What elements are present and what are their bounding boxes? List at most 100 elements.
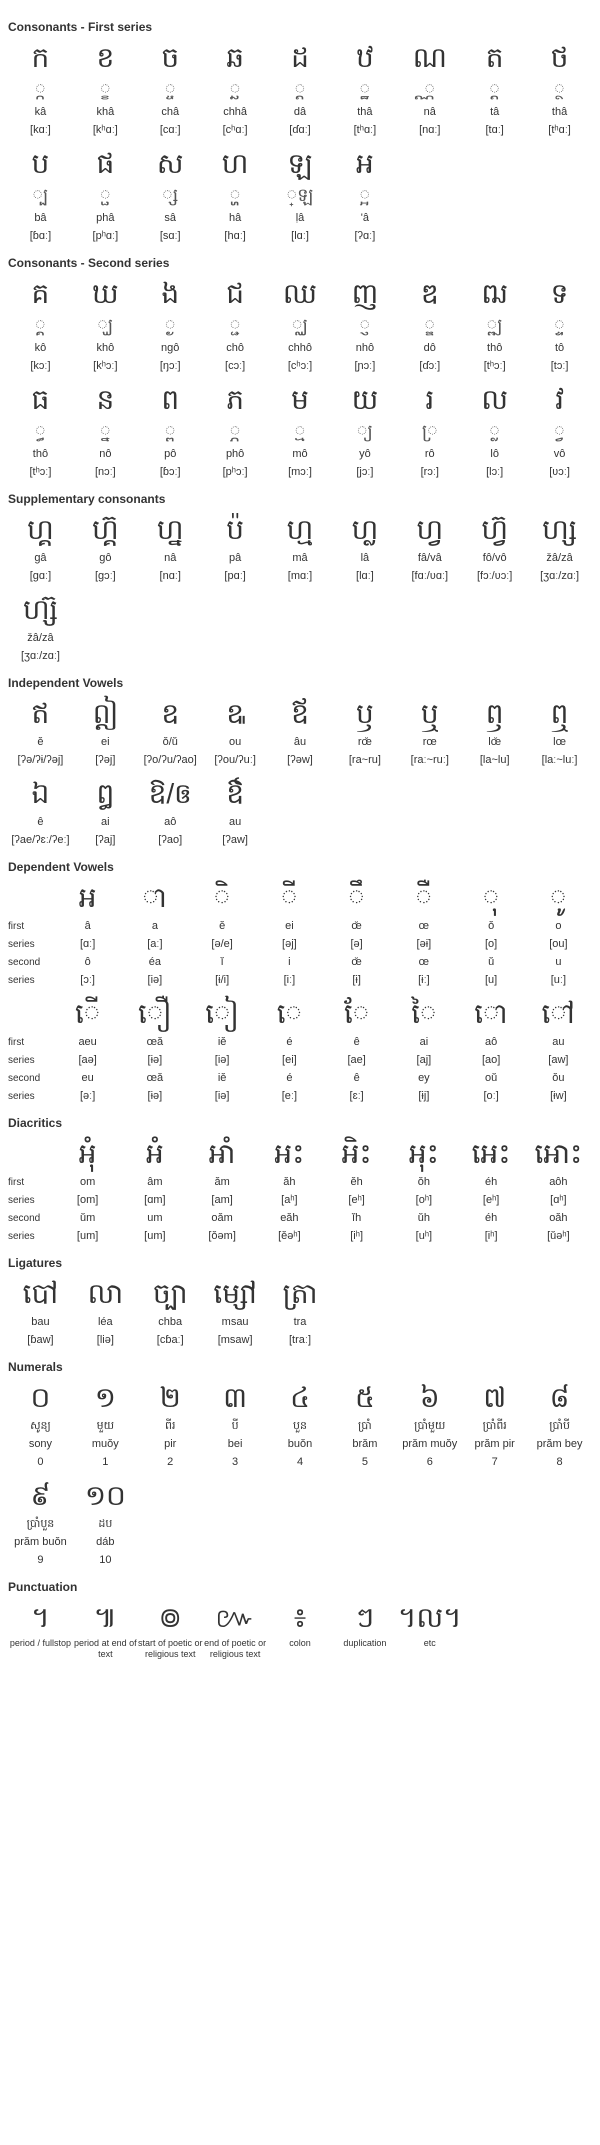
glyph: ខ	[73, 40, 138, 76]
ipa: [nɔː]	[73, 464, 138, 480]
subscript: ្ច	[138, 78, 203, 102]
transliteration: chhâ	[203, 104, 268, 120]
transliteration: iĕ	[189, 1034, 256, 1050]
indv-block2: ឯឰឱ/ឲឳ êaiaôau [ʔae/ʔɛː/ʔeː][ʔaj][ʔao][ʔ…	[8, 776, 592, 848]
glyph: ហ	[203, 146, 268, 182]
ipa: [cɓaː]	[138, 1332, 203, 1348]
ipa: [cʰɔː]	[268, 358, 333, 374]
ipa: [cɑː]	[138, 122, 203, 138]
empty	[462, 1314, 527, 1330]
ipa: [ɗɔː]	[397, 358, 462, 374]
glyph: ឍ	[462, 276, 527, 312]
subscript: ្ឡ	[268, 184, 333, 208]
glyph: ើ	[54, 996, 121, 1032]
cons1-block: កខចឆដឋណតថ ្ក្ខ្ច្ឆ្ដ្ឋ្ណ្ត្ថ kâkhâchâchh…	[8, 40, 592, 138]
numeral-word: ពីរ	[138, 1418, 203, 1434]
ipa: [ŋɔː]	[138, 358, 203, 374]
ipa: [iʰ]	[458, 1228, 525, 1244]
subscript: ្ទ	[527, 314, 592, 338]
ipa: [um]	[54, 1228, 121, 1244]
subscript: ្វ	[527, 420, 592, 444]
depv-block2: ើឿៀេែៃោៅ firstaeuœăiĕéêaiaôau series[aə]…	[8, 996, 592, 1104]
numeral-value: 7	[462, 1454, 527, 1470]
empty	[397, 648, 462, 664]
transliteration: ei	[256, 918, 323, 934]
empty	[527, 210, 592, 226]
transliteration: prăm bey	[527, 1436, 592, 1452]
transliteration: ĕ	[8, 734, 73, 750]
transliteration: au	[203, 814, 268, 830]
punct-glyph: ។ល។	[397, 1600, 462, 1636]
ipa: [ɓɔː]	[138, 464, 203, 480]
transliteration: léa	[73, 1314, 138, 1330]
ipa: [eː]	[256, 1088, 323, 1104]
numeral-value: 0	[8, 1454, 73, 1470]
transliteration: chhô	[268, 340, 333, 356]
punct-glyph: ៖	[268, 1600, 333, 1636]
ipa: [iə]	[121, 972, 188, 988]
row-label	[8, 1136, 54, 1172]
empty	[268, 832, 333, 848]
transliteration: âu	[268, 734, 333, 750]
lig-title: Ligatures	[8, 1256, 592, 1270]
empty	[527, 648, 592, 664]
numeral-word: ប្រាំ	[332, 1418, 397, 1434]
numeral-value: 2	[138, 1454, 203, 1470]
empty	[397, 1314, 462, 1330]
empty	[73, 630, 138, 646]
glyph: ោ	[458, 996, 525, 1032]
ipa: [cɔː]	[203, 358, 268, 374]
glyph: ស	[138, 146, 203, 182]
transliteration: ĕ	[189, 918, 256, 934]
empty	[462, 1534, 527, 1550]
supp-title: Supplementary consonants	[8, 492, 592, 506]
ipa: [ɛː]	[323, 1088, 390, 1104]
transliteration: hâ	[203, 210, 268, 226]
ipa: [lɔː]	[462, 464, 527, 480]
transliteration: bei	[203, 1436, 268, 1452]
empty	[268, 1552, 333, 1568]
ipa: [sɑː]	[138, 228, 203, 244]
empty	[397, 814, 462, 830]
numeral-word: ប្រាំមួយ	[397, 1418, 462, 1434]
transliteration: tra	[268, 1314, 333, 1330]
row-label: series	[8, 936, 54, 952]
subscript: ្ង	[138, 314, 203, 338]
glyph: ឭ	[462, 696, 527, 732]
transliteration: œ̆	[323, 918, 390, 934]
ipa: [aː]	[121, 936, 188, 952]
empty	[138, 592, 203, 628]
transliteration: ŏ/ŭ	[138, 734, 203, 750]
supp-block: ហ្គហ្គ៊ហ្នប៉ហ្មហ្លហ្វហ្វ៊ហ្ស gâgônâpâmâl…	[8, 512, 592, 584]
empty	[397, 228, 462, 244]
glyph: អាំ	[189, 1136, 256, 1172]
ipa: [ae]	[323, 1052, 390, 1068]
ipa: [ʔaj]	[73, 832, 138, 848]
glyph: ឩ	[203, 696, 268, 732]
ipa: [gɑː]	[8, 568, 73, 584]
ipa: [ʔae/ʔɛː/ʔeː]	[8, 832, 73, 848]
empty	[203, 1516, 268, 1532]
transliteration: ê	[323, 1034, 390, 1050]
transliteration: pô	[138, 446, 203, 462]
row-label: first	[8, 1174, 54, 1190]
transliteration: om	[54, 1174, 121, 1190]
empty	[397, 1552, 462, 1568]
subscript: ្ឍ	[462, 314, 527, 338]
empty	[138, 1534, 203, 1550]
glyph: ធ	[8, 382, 73, 418]
empty	[397, 146, 462, 182]
empty	[203, 1534, 268, 1550]
numeral-glyph: ៦	[397, 1380, 462, 1416]
empty	[332, 630, 397, 646]
transliteration: âm	[121, 1174, 188, 1190]
glyph: ផ	[73, 146, 138, 182]
ipa: [oʰ]	[390, 1192, 457, 1208]
ipa: [mɔː]	[268, 464, 333, 480]
subscript: ្ឆ	[203, 78, 268, 102]
transliteration: žâ/zâ	[527, 550, 592, 566]
transliteration: thô	[8, 446, 73, 462]
ipa: [ʔɑː]	[332, 228, 397, 244]
glyph: អុះ	[390, 1136, 457, 1172]
subscript: ្ព	[138, 420, 203, 444]
